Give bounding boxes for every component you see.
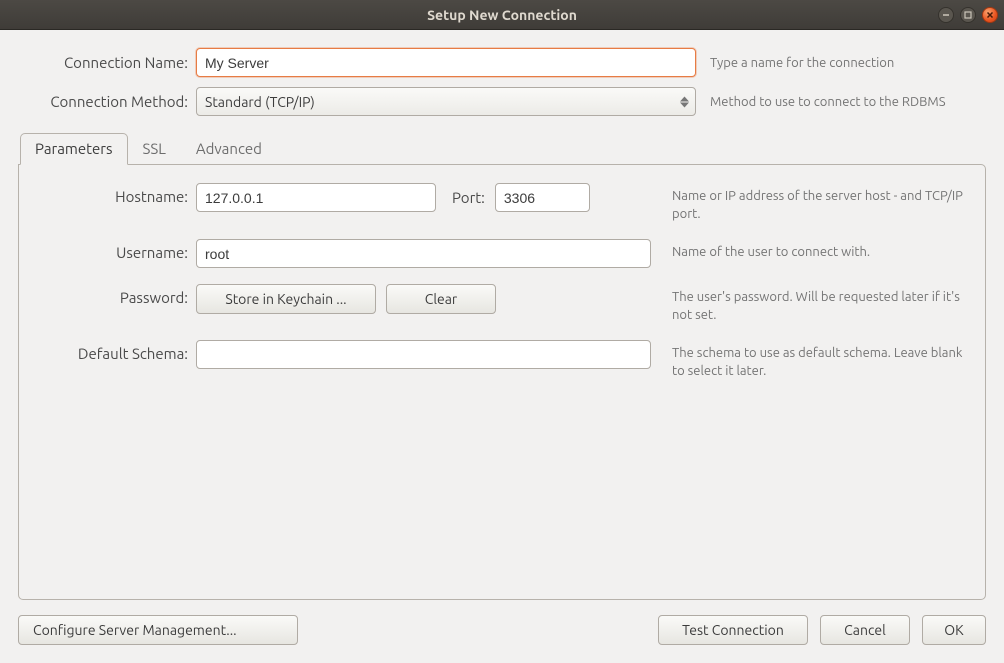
tab-panel-parameters: Hostname: Port: Name or IP address of th… <box>18 164 986 600</box>
connection-name-hint: Type a name for the connection <box>704 56 894 70</box>
password-desc: The user's password. Will be requested l… <box>664 284 971 324</box>
tabstrip: Parameters SSL Advanced <box>18 132 986 164</box>
tab-advanced[interactable]: Advanced <box>181 133 277 165</box>
store-keychain-button[interactable]: Store in Keychain ... <box>196 284 376 314</box>
default-schema-label: Default Schema: <box>33 340 188 362</box>
test-connection-button[interactable]: Test Connection <box>658 615 808 645</box>
username-desc: Name of the user to connect with. <box>664 239 971 262</box>
port-label: Port: <box>452 189 485 206</box>
connection-name-label: Connection Name: <box>18 54 188 71</box>
username-input[interactable] <box>196 239 651 268</box>
username-label: Username: <box>33 239 188 261</box>
connection-method-label: Connection Method: <box>18 93 188 110</box>
clear-password-button[interactable]: Clear <box>386 284 496 314</box>
titlebar: Setup New Connection <box>0 0 1004 30</box>
connection-method-hint: Method to use to connect to the RDBMS <box>704 95 946 109</box>
default-schema-desc: The schema to use as default schema. Lea… <box>664 340 971 380</box>
hostname-desc: Name or IP address of the server host - … <box>664 183 971 223</box>
tab-ssl[interactable]: SSL <box>128 133 181 165</box>
window-title: Setup New Connection <box>0 7 1004 23</box>
hostname-label: Hostname: <box>33 183 188 205</box>
connection-method-value: Standard (TCP/IP) <box>205 94 315 110</box>
footer: Configure Server Management... Test Conn… <box>0 600 1004 663</box>
tab-parameters[interactable]: Parameters <box>20 133 128 165</box>
hostname-input[interactable] <box>196 183 436 212</box>
ok-button[interactable]: OK <box>922 615 986 645</box>
default-schema-input[interactable] <box>196 340 651 369</box>
password-label: Password: <box>33 284 188 306</box>
maximize-icon[interactable] <box>960 7 976 23</box>
updown-icon <box>680 96 689 107</box>
cancel-button[interactable]: Cancel <box>820 615 910 645</box>
minimize-icon[interactable] <box>938 7 954 23</box>
configure-server-management-button[interactable]: Configure Server Management... <box>18 615 298 645</box>
connection-name-input[interactable] <box>196 48 696 77</box>
connection-method-select[interactable]: Standard (TCP/IP) <box>196 87 696 116</box>
close-icon[interactable] <box>982 7 998 23</box>
port-input[interactable] <box>495 183 590 212</box>
